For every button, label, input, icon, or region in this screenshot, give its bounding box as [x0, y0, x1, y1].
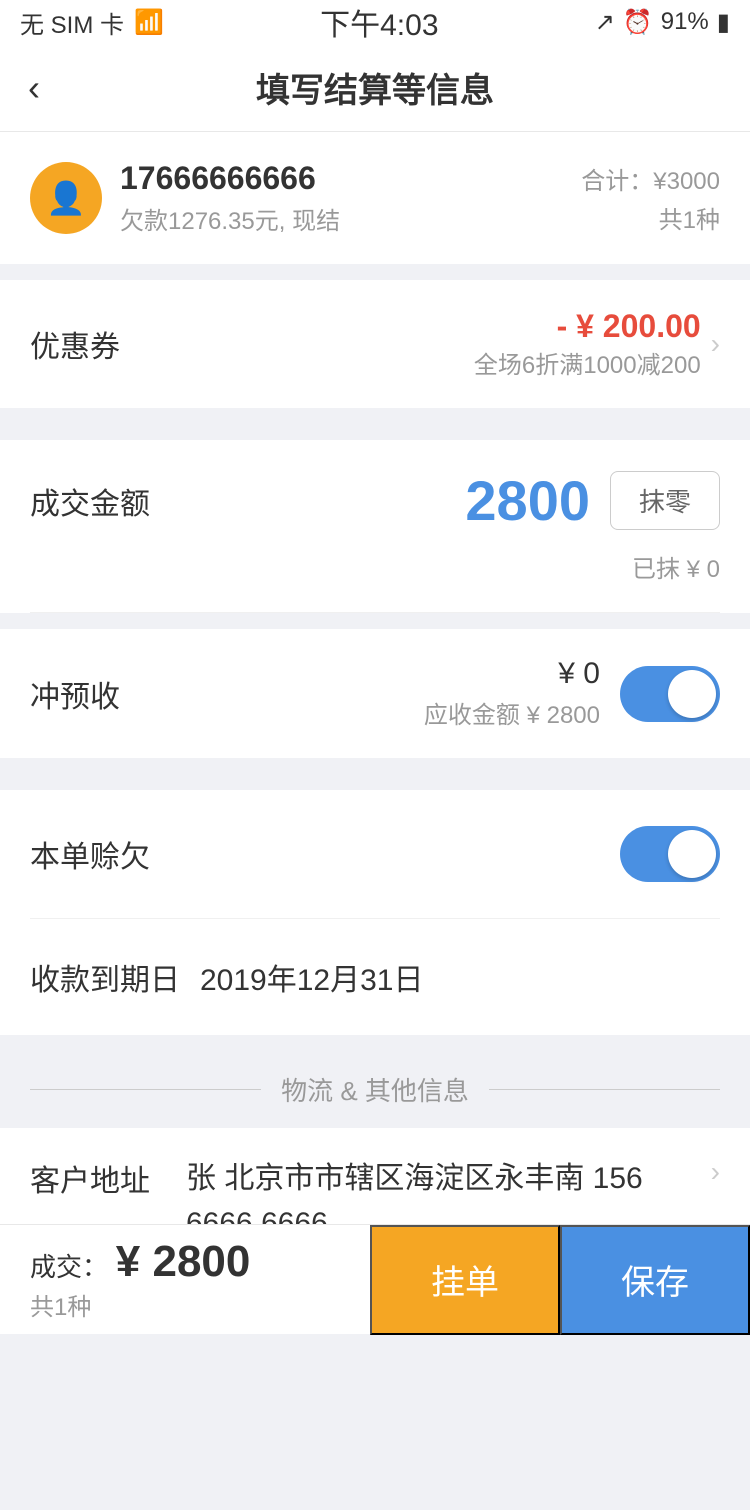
status-time: 下午4:03 [320, 0, 438, 44]
customer-left: 👤 17666666666 欠款1276.35元, 现结 [30, 160, 340, 236]
coupon-row[interactable]: 优惠券 - ¥ 200.00 全场6折满1000减200 › [0, 280, 750, 408]
due-date-section: 收款到期日 2019年12月31日 [0, 919, 750, 1035]
avatar-icon: 👤 [46, 179, 86, 217]
precollect-sub: 应收金额 ¥ 2800 [424, 695, 600, 730]
section-divider-2 [0, 774, 750, 790]
coupon-right: - ¥ 200.00 全场6折满1000减200 › [474, 308, 720, 380]
no-sim-text: 无 SIM 卡 [20, 5, 124, 40]
bottom-label: 成交： [30, 1252, 108, 1282]
customer-row: 👤 17666666666 欠款1276.35元, 现结 合计：¥3000 共1… [0, 132, 750, 264]
amount-section: 成交金额 2800 抹零 已抹 ¥ 0 [0, 440, 750, 612]
wifi-icon: 📶 [134, 8, 164, 37]
coupon-desc: 全场6折满1000减200 [474, 345, 701, 380]
total-count: 共1种 [581, 200, 720, 235]
battery-icon: ▮ [717, 8, 730, 37]
precollect-right: ¥ 0 应收金额 ¥ 2800 [424, 657, 720, 730]
save-button[interactable]: 保存 [560, 1225, 750, 1335]
bottom-bar: 成交： ¥ 2800 共1种 挂单 保存 [0, 1224, 750, 1334]
customer-info: 17666666666 欠款1276.35元, 现结 [120, 160, 340, 236]
customer-phone: 17666666666 [120, 160, 340, 197]
alarm-icon: ⏰ [623, 8, 653, 37]
status-right: ↗ ⏰ 91% ▮ [595, 8, 730, 37]
amount-card: 成交金额 2800 抹零 已抹 ¥ 0 [0, 440, 750, 613]
coupon-label: 优惠券 [30, 322, 120, 366]
coupon-card: 优惠券 - ¥ 200.00 全场6折满1000减200 › [0, 280, 750, 408]
customer-card: 👤 17666666666 欠款1276.35元, 现结 合计：¥3000 共1… [0, 132, 750, 264]
address-label: 客户地址 [30, 1156, 150, 1200]
bottom-value: ¥ 2800 [116, 1237, 251, 1286]
bottom-count: 共1种 [30, 1287, 340, 1322]
nav-icon: ↗ [595, 8, 615, 37]
logistics-line-right [489, 1089, 720, 1090]
precollect-card: 冲预收 ¥ 0 应收金额 ¥ 2800 [0, 629, 750, 758]
bottom-summary: 成交： ¥ 2800 共1种 [0, 1237, 370, 1322]
address-chevron-icon: › [711, 1156, 720, 1188]
due-date-value: 2019年12月31日 [200, 955, 423, 999]
precollect-toggle[interactable] [620, 666, 720, 722]
precollect-value: ¥ 0 [424, 657, 600, 691]
debt-section: 本单赊欠 [0, 790, 750, 918]
customer-right: 合计：¥3000 共1种 [581, 161, 720, 235]
amount-right: 2800 抹零 [465, 468, 720, 533]
coupon-discount: - ¥ 200.00 [474, 308, 701, 345]
due-date-label: 收款到期日 [30, 955, 180, 999]
hold-button[interactable]: 挂单 [370, 1225, 560, 1335]
bottom-summary-line1: 成交： ¥ 2800 [30, 1237, 340, 1287]
coupon-chevron-icon: › [711, 328, 720, 360]
debt-label: 本单赊欠 [30, 832, 150, 876]
page-title: 填写结算等信息 [256, 63, 494, 112]
divider-1 [30, 612, 720, 613]
toggle-knob [668, 670, 716, 718]
precollect-section: 冲预收 ¥ 0 应收金额 ¥ 2800 [0, 629, 750, 758]
precollect-label: 冲预收 [30, 672, 120, 716]
section-divider-1 [0, 424, 750, 440]
logistics-text: 物流 & 其他信息 [281, 1071, 469, 1108]
amount-value: 2800 [465, 468, 590, 533]
total-label: 合计：¥3000 [581, 161, 720, 196]
debt-card: 本单赊欠 收款到期日 2019年12月31日 [0, 790, 750, 1035]
round-button[interactable]: 抹零 [610, 471, 720, 530]
debt-toggle[interactable] [620, 826, 720, 882]
precollect-row: 冲预收 ¥ 0 应收金额 ¥ 2800 [30, 657, 720, 730]
customer-sub: 欠款1276.35元, 现结 [120, 201, 340, 236]
precollect-amount: ¥ 0 应收金额 ¥ 2800 [424, 657, 600, 730]
amount-sub: 已抹 ¥ 0 [30, 549, 720, 584]
logistics-line-left [30, 1089, 261, 1090]
amount-label: 成交金额 [30, 479, 150, 523]
avatar: 👤 [30, 162, 102, 234]
amount-row: 成交金额 2800 抹零 [30, 468, 720, 533]
battery-text: 91% [661, 8, 709, 36]
status-left: 无 SIM 卡 📶 [20, 5, 164, 40]
status-bar: 无 SIM 卡 📶 下午4:03 ↗ ⏰ 91% ▮ [0, 0, 750, 44]
logistics-divider: 物流 & 其他信息 [0, 1051, 750, 1128]
debt-toggle-knob [668, 830, 716, 878]
nav-bar: ‹ 填写结算等信息 [0, 44, 750, 132]
back-button[interactable]: ‹ [28, 67, 40, 109]
